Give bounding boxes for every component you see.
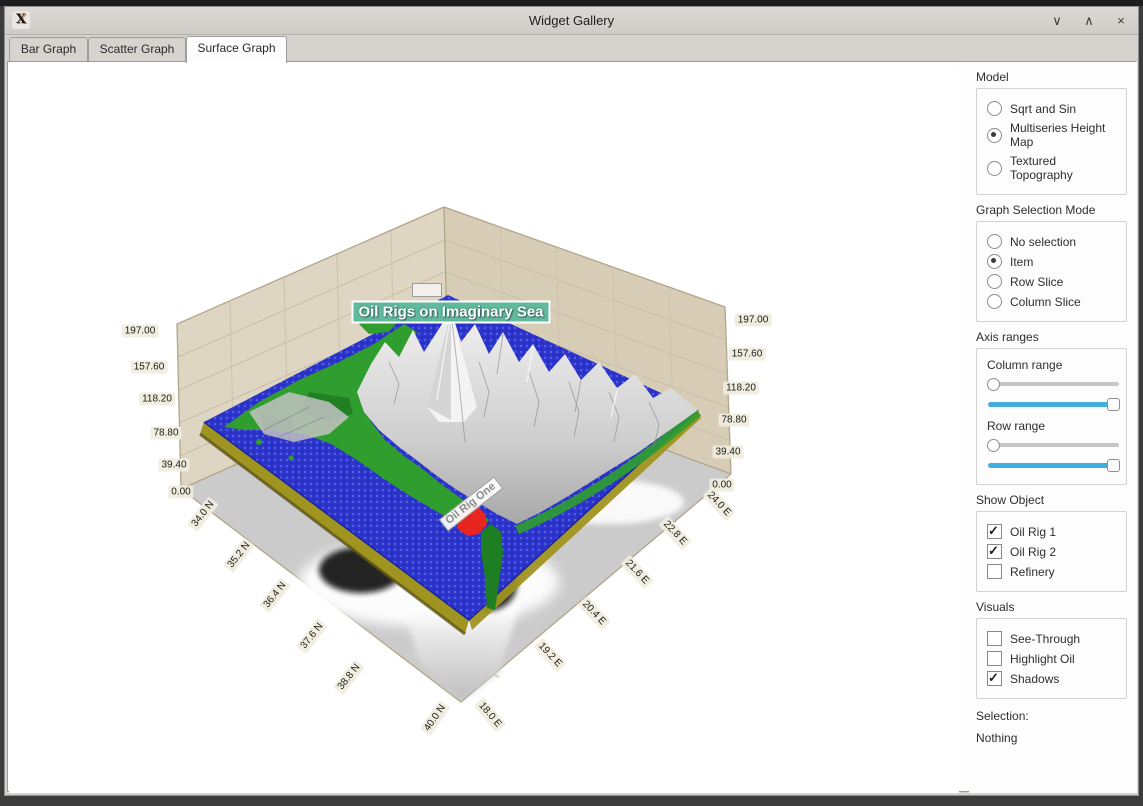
- slider-handle[interactable]: [987, 439, 1000, 452]
- radio-textured-topography[interactable]: Textured Topography: [987, 154, 1120, 182]
- radio-icon: [987, 234, 1002, 249]
- y-axis-tick: 197.00: [735, 314, 772, 327]
- slider-handle[interactable]: [1107, 398, 1120, 411]
- checkbox-label: Refinery: [1010, 565, 1055, 579]
- maximize-icon[interactable]: ∧: [1080, 12, 1098, 30]
- y-axis-tick: 0.00: [168, 486, 193, 499]
- selection-mode-groupbox: No selection Item Row Slice Column Slice: [976, 221, 1127, 322]
- tab-surface-graph[interactable]: Surface Graph: [186, 36, 287, 63]
- show-object-groupbox: Oil Rig 1 Oil Rig 2 Refinery: [976, 511, 1127, 592]
- tab-bar: Bar Graph Scatter Graph Surface Graph: [5, 35, 1138, 62]
- checkbox-checked-icon: [987, 671, 1002, 686]
- checkbox-oil-rig-1[interactable]: Oil Rig 1: [987, 524, 1120, 539]
- slider-track-filled: [988, 402, 1119, 407]
- radio-icon: [987, 101, 1002, 116]
- row-range-label: Row range: [987, 419, 1120, 433]
- radio-icon: [987, 274, 1002, 289]
- checkbox-icon: [987, 631, 1002, 646]
- radio-selected-icon: [987, 254, 1002, 269]
- checkbox-icon: [987, 564, 1002, 579]
- tab-bar-graph[interactable]: Bar Graph: [9, 37, 88, 61]
- radio-label: Textured Topography: [1010, 154, 1106, 182]
- model-groupbox: Sqrt and Sin Multiseries Height Map Text…: [976, 88, 1127, 195]
- checkbox-icon: [987, 651, 1002, 666]
- checkbox-label: Shadows: [1010, 672, 1059, 686]
- show-object-section-label: Show Object: [976, 493, 1137, 507]
- radio-label: Sqrt and Sin: [1010, 102, 1076, 116]
- radio-no-selection[interactable]: No selection: [987, 234, 1120, 249]
- slider-track-filled: [988, 463, 1119, 468]
- radio-sqrt-and-sin[interactable]: Sqrt and Sin: [987, 101, 1120, 116]
- close-icon[interactable]: ×: [1112, 12, 1130, 30]
- checkbox-label: See-Through: [1010, 632, 1080, 646]
- selection-value: Nothing: [976, 731, 1137, 745]
- radio-label: Column Slice: [1010, 295, 1081, 309]
- row-range-min-slider[interactable]: [987, 437, 1120, 454]
- hidden-item-label: [412, 283, 442, 297]
- checkbox-highlight-oil[interactable]: Highlight Oil: [987, 651, 1120, 666]
- row-range-max-slider[interactable]: [987, 457, 1120, 474]
- radio-label: Multiseries Height Map: [1010, 121, 1106, 149]
- checkbox-checked-icon: [987, 544, 1002, 559]
- radio-label: Row Slice: [1010, 275, 1063, 289]
- visuals-groupbox: See-Through Highlight Oil Shadows: [976, 618, 1127, 699]
- radio-icon: [987, 294, 1002, 309]
- tab-scatter-graph[interactable]: Scatter Graph: [88, 37, 186, 61]
- checkbox-shadows[interactable]: Shadows: [987, 671, 1120, 686]
- radio-multiseries-height-map[interactable]: Multiseries Height Map: [987, 121, 1120, 149]
- radio-label: No selection: [1010, 235, 1076, 249]
- y-axis-tick: 157.60: [729, 348, 766, 361]
- slider-track: [988, 443, 1119, 447]
- axis-ranges-groupbox: Column range Row range: [976, 348, 1127, 485]
- titlebar[interactable]: X Widget Gallery ∨ ∧ ×: [5, 7, 1138, 35]
- tab-content-panel: 197.00 157.60 118.20 78.80 39.40 0.00 19…: [7, 61, 1136, 792]
- y-axis-tick: 197.00: [122, 325, 159, 338]
- app-window: X Widget Gallery ∨ ∧ × Bar Graph Scatter…: [4, 6, 1139, 796]
- visuals-section-label: Visuals: [976, 600, 1137, 614]
- y-axis-tick: 39.40: [712, 446, 743, 459]
- checkbox-label: Highlight Oil: [1010, 652, 1075, 666]
- model-section-label: Model: [976, 70, 1137, 84]
- radio-label: Item: [1010, 255, 1033, 269]
- y-axis-tick: 157.60: [131, 361, 168, 374]
- chart-title-label: Oil Rigs on Imaginary Sea: [351, 301, 550, 324]
- radio-row-slice[interactable]: Row Slice: [987, 274, 1120, 289]
- checkbox-label: Oil Rig 1: [1010, 525, 1056, 539]
- y-axis-tick: 78.80: [150, 427, 181, 440]
- column-range-label: Column range: [987, 358, 1120, 372]
- window-title: Widget Gallery: [5, 7, 1138, 34]
- surface-plot-canvas[interactable]: 197.00 157.60 118.20 78.80 39.40 0.00 19…: [9, 62, 959, 793]
- y-axis-tick: 118.20: [139, 393, 175, 406]
- checkbox-refinery[interactable]: Refinery: [987, 564, 1120, 579]
- checkbox-oil-rig-2[interactable]: Oil Rig 2: [987, 544, 1120, 559]
- control-panel: Model Sqrt and Sin Multiseries Height Ma…: [969, 62, 1137, 793]
- checkbox-label: Oil Rig 2: [1010, 545, 1056, 559]
- column-range-max-slider[interactable]: [987, 396, 1120, 413]
- axis-ranges-section-label: Axis ranges: [976, 330, 1137, 344]
- selection-mode-section-label: Graph Selection Mode: [976, 203, 1137, 217]
- radio-selected-icon: [987, 128, 1002, 143]
- slider-handle[interactable]: [1107, 459, 1120, 472]
- slider-handle[interactable]: [987, 378, 1000, 391]
- radio-icon: [987, 161, 1002, 176]
- radio-column-slice[interactable]: Column Slice: [987, 294, 1120, 309]
- minimize-icon[interactable]: ∨: [1048, 12, 1066, 30]
- y-axis-tick: 39.40: [158, 459, 189, 472]
- y-axis-tick: 78.80: [718, 414, 749, 427]
- slider-track: [988, 382, 1119, 386]
- radio-item[interactable]: Item: [987, 254, 1120, 269]
- column-range-min-slider[interactable]: [987, 376, 1120, 393]
- checkbox-checked-icon: [987, 524, 1002, 539]
- selection-label: Selection:: [976, 709, 1137, 723]
- y-axis-tick: 118.20: [723, 382, 759, 395]
- checkbox-see-through[interactable]: See-Through: [987, 631, 1120, 646]
